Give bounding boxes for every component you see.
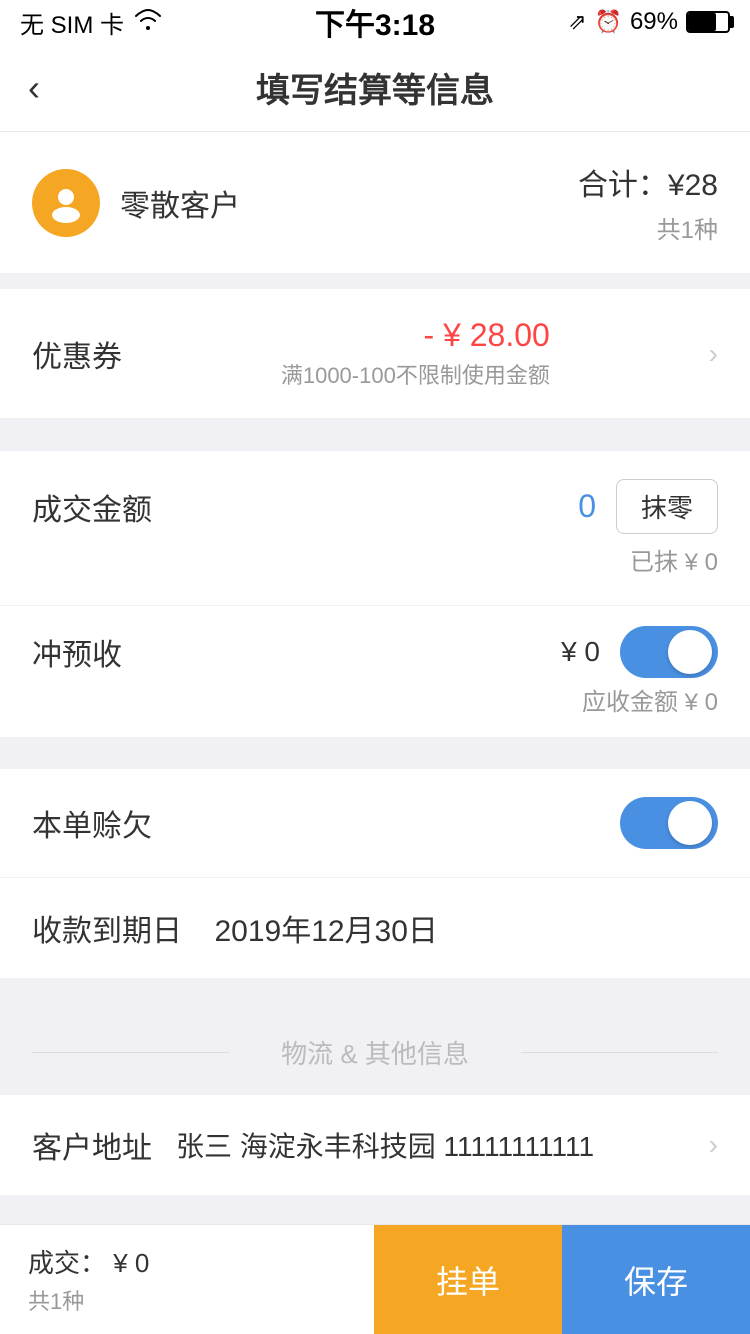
prepayment-row: 冲预收 ¥ 0 应收金额 ¥ 0 [0,606,750,737]
customer-name: 零散客户 [120,181,240,225]
due-date-label: 收款到期日 [32,915,182,948]
address-label: 客户地址 [32,1123,152,1167]
nav-bar: ‹ 填写结算等信息 [0,44,750,132]
status-time: 下午3:18 [315,0,435,44]
debit-card: 本单赊欠 收款到期日 2019年12月30日 [0,769,750,978]
due-date-row[interactable]: 收款到期日 2019年12月30日 [0,877,750,978]
back-button[interactable]: ‹ [28,67,40,109]
bottom-summary: 成交： ¥ 0 共1种 [0,1225,374,1334]
transaction-label: 成交金额 [32,485,152,529]
prepayment-amount: ¥ 0 [561,636,600,668]
voucher-hint: 满1000-100不限制使用金额 [281,358,550,390]
customer-avatar [32,169,100,237]
bottom-deal-label: 成交： [28,1248,106,1278]
status-right: ⇗ ⏰ 69% [568,8,730,36]
separator-2 [0,753,750,769]
transaction-card: 成交金额 抹零 已抹 ¥ 0 冲预收 ¥ 0 应收金额 ¥ 0 [0,451,750,737]
customer-left: 零散客户 [32,169,240,237]
bottom-count: 共1种 [28,1284,346,1316]
toggle-knob [668,630,712,674]
content-area: 零散客户 合计：¥28 共1种 优惠券 - ¥ 28.00 满1000-100不… [0,132,750,1331]
transaction-row: 成交金额 抹零 已抹 ¥ 0 [0,451,750,606]
separator-3 [0,994,750,1010]
prepayment-sub: 应收金额 ¥ 0 [32,682,718,717]
carrier-text: 无 SIM 卡 [20,5,124,40]
debit-toggle[interactable] [620,797,718,849]
prepay-top: 冲预收 ¥ 0 [32,626,718,678]
wifi-icon [134,8,162,37]
address-row[interactable]: 客户地址 张三 海淀永丰科技园 11111111111 › [0,1095,750,1195]
battery-percent: 69% [630,8,678,36]
voucher-amount: - ¥ 28.00 [281,317,550,354]
address-chevron-icon: › [709,1129,718,1161]
transaction-amount-input[interactable] [476,488,596,525]
transaction-top: 成交金额 抹零 [32,479,718,534]
status-left: 无 SIM 卡 [20,5,162,40]
bottom-bar: 成交： ¥ 0 共1种 挂单 保存 [0,1224,750,1334]
customer-row[interactable]: 零散客户 合计：¥28 共1种 [0,132,750,273]
address-card: 客户地址 张三 海淀永丰科技园 11111111111 › [0,1095,750,1195]
bottom-deal-row: 成交： ¥ 0 [28,1243,346,1280]
alarm-icon: ⏰ [595,9,622,35]
page-title: 填写结算等信息 [256,63,494,112]
voucher-chevron-icon: › [709,338,718,370]
voucher-card: 优惠券 - ¥ 28.00 满1000-100不限制使用金额 › [0,289,750,419]
total-amount-text: 合计：¥28 [578,160,718,204]
status-bar: 无 SIM 卡 下午3:18 ⇗ ⏰ 69% [0,0,750,44]
voucher-row[interactable]: 优惠券 - ¥ 28.00 满1000-100不限制使用金额 › [0,289,750,419]
location-icon: ⇗ [568,9,586,35]
separator-1 [0,435,750,451]
hold-button[interactable]: 挂单 [374,1225,562,1334]
debit-label: 本单赊欠 [32,801,152,845]
save-button[interactable]: 保存 [562,1225,750,1334]
logistics-label: 物流 & 其他信息 [0,1034,750,1071]
debit-toggle-knob [668,801,712,845]
debit-row: 本单赊欠 [0,769,750,877]
due-date-value: 2019年12月30日 [214,915,437,948]
bottom-deal-amount: ¥ 0 [113,1248,149,1278]
battery-icon [686,11,730,33]
transaction-sub: 已抹 ¥ 0 [32,542,718,577]
prepayment-label: 冲预收 [32,630,122,674]
round-zero-button[interactable]: 抹零 [616,479,718,534]
logistics-section-header: 物流 & 其他信息 [0,1010,750,1095]
address-value: 张三 海淀永丰科技园 11111111111 [176,1125,685,1165]
prepayment-toggle[interactable] [620,626,718,678]
total-count-text: 共1种 [578,210,718,245]
customer-total: 合计：¥28 共1种 [578,160,718,245]
voucher-label: 优惠券 [32,332,122,376]
